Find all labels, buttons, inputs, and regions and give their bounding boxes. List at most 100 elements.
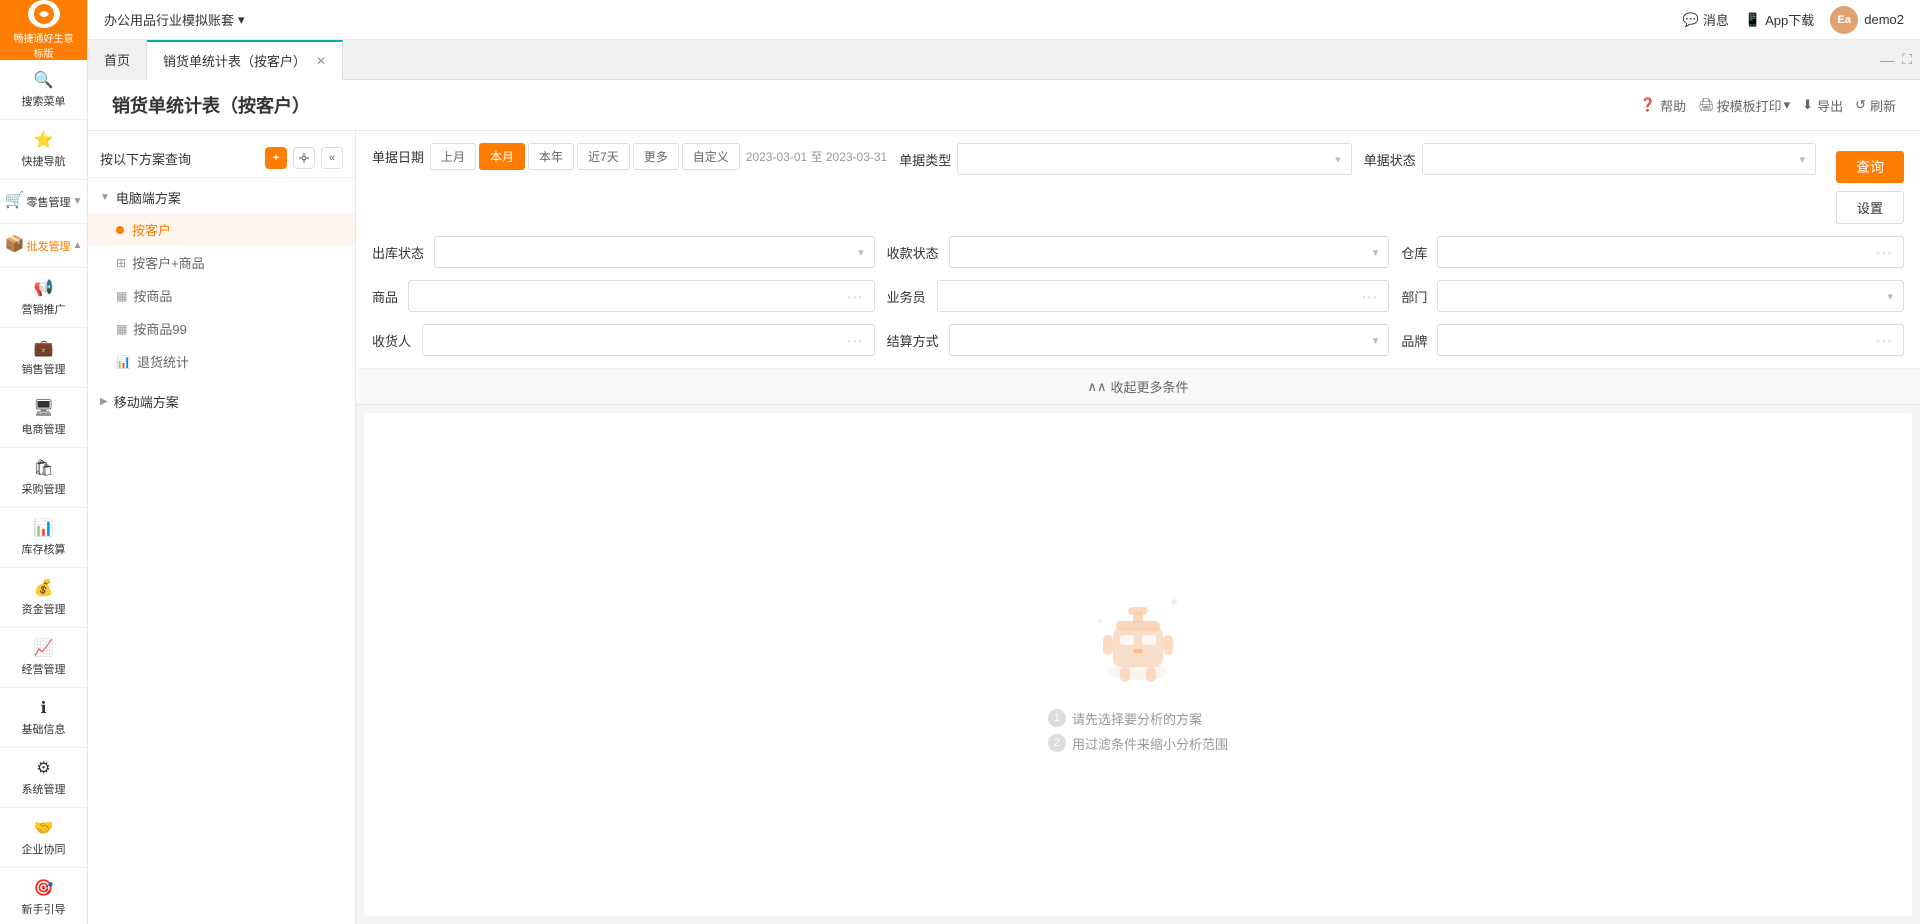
top-header-right: 💬 消息 📱 App下载 Ea demo2 — [1683, 6, 1904, 34]
brand-filter: 品牌 ··· — [1401, 324, 1904, 356]
template-print-label: 按模板打印 — [1717, 96, 1782, 115]
scheme-item-return-stat-label: 退货统计 — [137, 352, 189, 371]
help-btn[interactable]: ❓ 帮助 — [1640, 96, 1686, 115]
settings-button[interactable]: 设置 — [1836, 191, 1904, 224]
sidebar-item-purchase[interactable]: 🛍 采购管理 — [0, 448, 88, 508]
sidebar-item-ecom[interactable]: 🖥 电商管理 — [0, 388, 88, 448]
tabs-bar: 首页 销货单统计表（按客户） ✕ — ⛶ — [88, 40, 1920, 80]
order-status-filter: 单据状态 ▾ — [1364, 143, 1816, 175]
receiver-label: 收货人 — [372, 331, 416, 350]
salesperson-select[interactable]: ··· — [937, 280, 1390, 312]
date-btn-this-year[interactable]: 本年 — [528, 143, 574, 170]
template-drop-icon: ▾ — [1784, 97, 1791, 113]
collapse-btn[interactable]: ∧∧ 收起更多条件 — [356, 368, 1920, 404]
template-print-btn[interactable]: 🖨 按模板打印 ▾ — [1698, 96, 1790, 115]
date-btn-more[interactable]: 更多 — [633, 143, 679, 170]
scheme-item-return-stat[interactable]: 📊 退货统计 — [88, 345, 355, 378]
results-section: ✦ ✦ 1 请先选择要分析的方案 2 用过滤条件来缩小分析范围 — [364, 413, 1912, 916]
sidebar-item-marketing[interactable]: 📢 营销推广 — [0, 268, 88, 328]
scheme-panel-title: 按以下方案查询 — [100, 149, 259, 168]
receive-status-select[interactable]: ▾ — [949, 236, 1390, 268]
sidebar-item-inventory[interactable]: 📊 库存核算 — [0, 508, 88, 568]
date-btn-last-month[interactable]: 上月 — [430, 143, 476, 170]
scheme-section-desktop-header[interactable]: ▼ 电脑端方案 — [88, 182, 355, 213]
goods-label: 商品 — [372, 287, 402, 306]
page-header: 销货单统计表（按客户） ❓ 帮助 🖨 按模板打印 ▾ ⬇ 导出 ↺ 刷新 — [88, 80, 1920, 131]
breadcrumb-select[interactable]: 办公用品行业模拟账套 ▾ — [104, 10, 245, 29]
tab-close-icon[interactable]: ✕ — [316, 54, 326, 68]
tab-sales-stat[interactable]: 销货单统计表（按客户） ✕ — [147, 40, 343, 80]
sidebar-item-wholesale[interactable]: 📦 批发管理 ▲ — [0, 224, 88, 268]
tab-minimize-icon[interactable]: — — [1880, 52, 1894, 68]
date-btn-custom[interactable]: 自定义 — [682, 143, 740, 170]
refresh-label: 刷新 — [1870, 96, 1896, 115]
user-menu-btn[interactable]: Ea demo2 — [1830, 6, 1904, 34]
sidebar-item-ops[interactable]: 📈 经营管理 — [0, 628, 88, 688]
sidebar-item-quick-nav[interactable]: ⭐ 快捷导航 — [0, 120, 88, 180]
order-type-filter: 单据类型 ▾ — [899, 143, 1351, 175]
out-stock-select[interactable]: ▾ — [434, 236, 875, 268]
main-area: 办公用品行业模拟账套 ▾ 💬 消息 📱 App下载 Ea demo2 首页 销货… — [88, 0, 1920, 924]
system-icon: ⚙ — [36, 758, 50, 778]
receiver-select[interactable]: ··· — [422, 324, 875, 356]
scheme-item-by-goods99[interactable]: ▦ 按商品99 — [88, 312, 355, 345]
filter-row-3: 商品 ··· 业务员 ··· 部门 — [372, 280, 1904, 312]
scheme-section-mobile: ▶ 移动端方案 — [88, 382, 355, 421]
app-download-btn[interactable]: 📱 App下载 — [1745, 10, 1814, 29]
order-status-select[interactable]: ▾ — [1422, 143, 1816, 175]
sidebar-label-finance: 资金管理 — [22, 601, 66, 617]
active-dot-icon — [116, 226, 124, 234]
inventory-icon: 📊 — [34, 518, 54, 538]
message-btn[interactable]: 💬 消息 — [1683, 10, 1729, 29]
scheme-item-by-customer-goods-label: 按客户+商品 — [132, 253, 205, 272]
receive-status-filter: 收款状态 ▾ — [887, 236, 1390, 268]
ecom-icon: 🖥 — [33, 398, 53, 418]
warehouse-select[interactable]: ··· — [1437, 236, 1904, 268]
app-download-label: App下载 — [1765, 10, 1814, 29]
order-type-select[interactable]: ▾ — [957, 143, 1351, 175]
app-name: 畅捷通好生意 — [14, 30, 74, 45]
main-content: 按以下方案查询 + « ▼ 电脑端方案 — [88, 131, 1920, 924]
tab-maximize-icon[interactable]: ⛶ — [1902, 51, 1912, 68]
data-area: 单据日期 上月 本月 本年 近7天 更多 自定义 2023-03-01 至 20… — [356, 131, 1920, 924]
scheme-add-btn[interactable]: + — [265, 147, 287, 169]
brand-select[interactable]: ··· — [1437, 324, 1904, 356]
sidebar-item-newguide[interactable]: 🎯 新手引导 — [0, 868, 88, 924]
svg-text:✦: ✦ — [1096, 617, 1104, 628]
dept-select[interactable]: ▾ — [1437, 280, 1904, 312]
sidebar-item-search-menu[interactable]: 🔍 搜索菜单 — [0, 60, 88, 120]
sidebar-item-system[interactable]: ⚙ 系统管理 — [0, 748, 88, 808]
breadcrumb-text: 办公用品行业模拟账套 — [104, 10, 234, 29]
out-stock-arrow-icon: ▾ — [858, 246, 864, 259]
scheme-item-by-customer[interactable]: 按客户 — [88, 213, 355, 246]
ops-icon: 📈 — [34, 638, 54, 658]
tab-controls: — ⛶ — [1880, 51, 1920, 68]
scheme-section-mobile-header[interactable]: ▶ 移动端方案 — [88, 386, 355, 417]
sidebar-label-system: 系统管理 — [22, 781, 66, 797]
export-btn[interactable]: ⬇ 导出 — [1802, 96, 1843, 115]
settle-method-select[interactable]: ▾ — [949, 324, 1390, 356]
scheme-item-by-customer-goods[interactable]: ⊞ 按客户+商品 — [88, 246, 355, 279]
date-btn-this-month[interactable]: 本月 — [479, 143, 525, 170]
tab-home[interactable]: 首页 — [88, 40, 147, 80]
sidebar-item-sales[interactable]: 💼 销售管理 — [0, 328, 88, 388]
sidebar-item-enterprise[interactable]: 🤝 企业协同 — [0, 808, 88, 868]
desktop-section-title: 电脑端方案 — [116, 188, 181, 207]
refresh-btn[interactable]: ↺ 刷新 — [1855, 96, 1896, 115]
sidebar-item-basic[interactable]: ℹ 基础信息 — [0, 688, 88, 748]
wholesale-arrow-icon: ▲ — [73, 240, 83, 251]
filter-row-1: 单据日期 上月 本月 本年 近7天 更多 自定义 2023-03-01 至 20… — [372, 143, 1904, 224]
sidebar-item-retail[interactable]: 🛒 零售管理 ▼ — [0, 180, 88, 224]
goods-filter: 商品 ··· — [372, 280, 875, 312]
app-logo[interactable]: 畅捷通好生意 标版 — [0, 0, 88, 60]
order-type-arrow-icon: ▾ — [1335, 153, 1341, 166]
sidebar-item-finance[interactable]: 💰 资金管理 — [0, 568, 88, 628]
scheme-item-by-goods[interactable]: ▦ 按商品 — [88, 279, 355, 312]
app-subtitle: 标版 — [34, 45, 54, 60]
scheme-collapse-btn[interactable]: « — [321, 147, 343, 169]
scheme-settings-btn[interactable] — [293, 147, 315, 169]
date-btn-7days[interactable]: 近7天 — [577, 143, 630, 170]
goods-select[interactable]: ··· — [408, 280, 875, 312]
query-button[interactable]: 查询 — [1836, 151, 1904, 183]
tip-num-2: 2 — [1048, 734, 1066, 752]
